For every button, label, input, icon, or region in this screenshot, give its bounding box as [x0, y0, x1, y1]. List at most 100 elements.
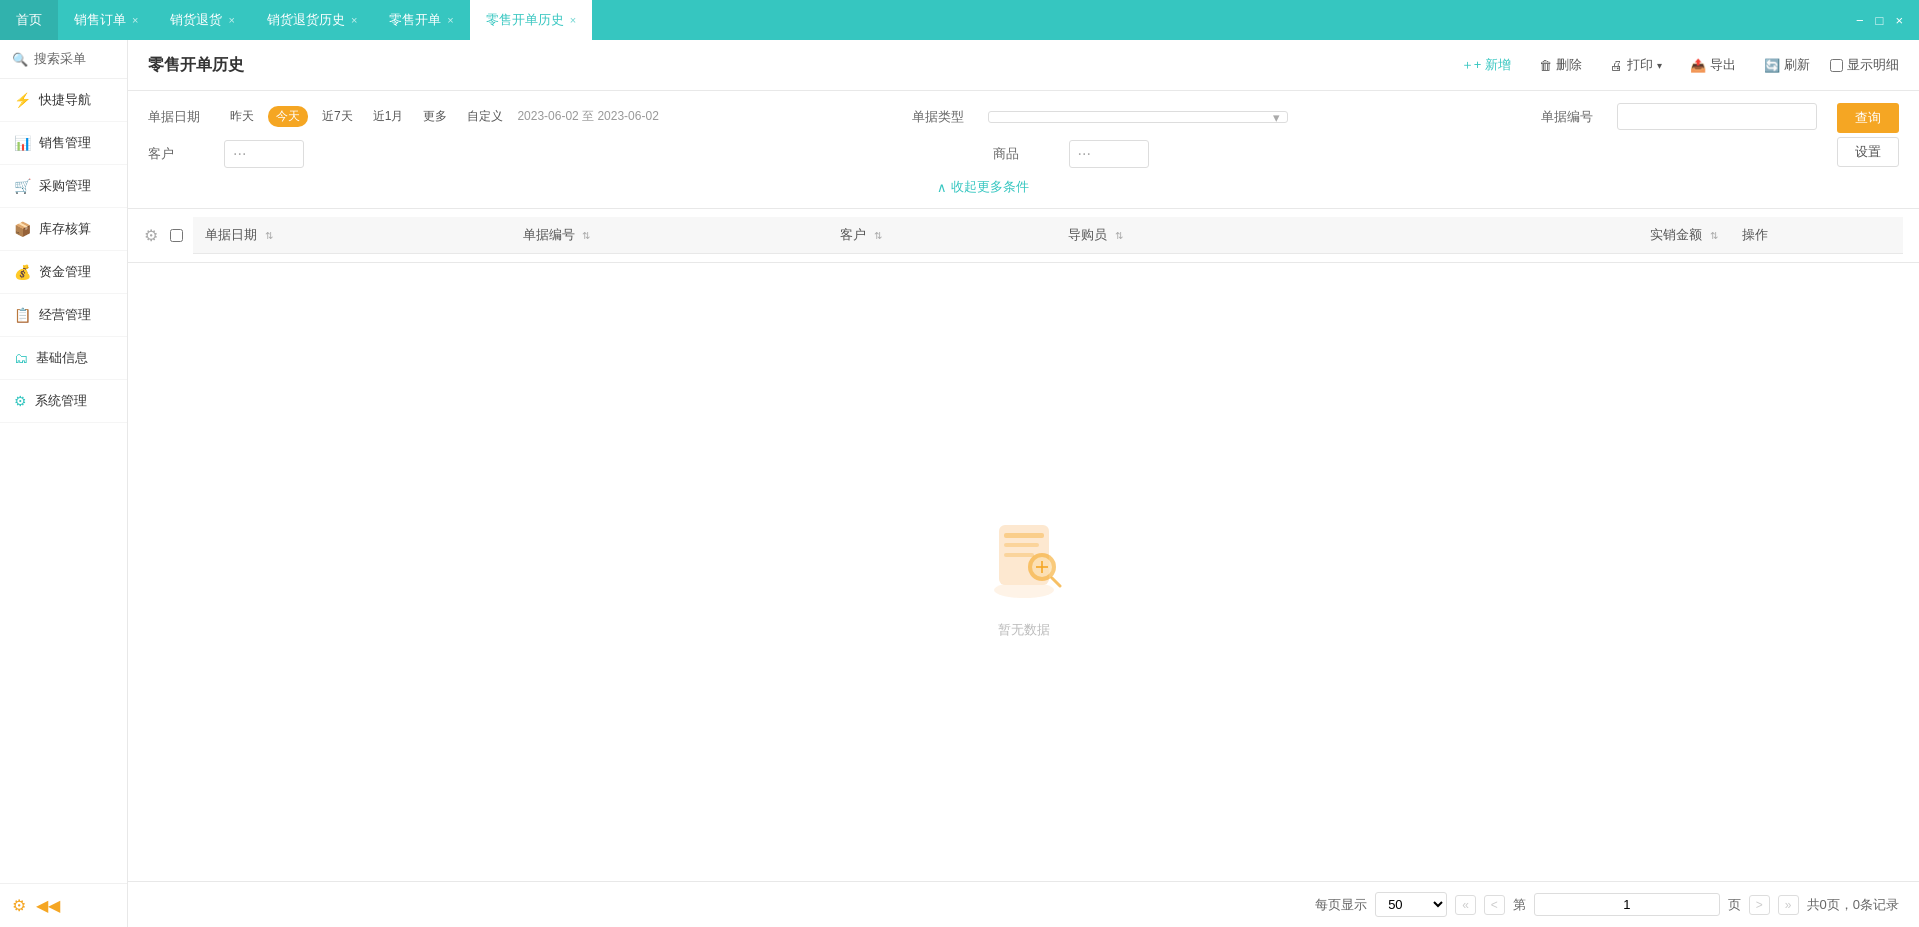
delete-label: 删除 [1556, 56, 1582, 74]
tab-retail-open[interactable]: 零售开单 × [373, 0, 469, 40]
sidebar-search[interactable]: 🔍 搜索采单 [0, 40, 127, 79]
customer-input[interactable]: ··· [224, 140, 304, 168]
tab-sales-order[interactable]: 销售订单 × [58, 0, 154, 40]
date-option-today[interactable]: 今天 [268, 106, 308, 127]
search-icon: 🔍 [12, 52, 28, 67]
delete-button[interactable]: 🗑 删除 [1531, 52, 1590, 78]
sort-amount-icon[interactable]: ⇅ [1710, 230, 1718, 241]
nav-tabs: 首页 销售订单 × 销货退货 × 销货退货历史 × 零售开单 × 零售开单历史 … [0, 0, 1840, 40]
export-button[interactable]: 📤 导出 [1682, 52, 1744, 78]
tab-sales-order-close[interactable]: × [132, 14, 138, 26]
th-customer: 客户 ⇅ [828, 217, 1056, 254]
settings-gear-icon[interactable]: ⚙ [12, 896, 26, 915]
query-button[interactable]: 查询 [1837, 103, 1899, 133]
filter-setting-button[interactable]: 设置 [1837, 137, 1899, 167]
tab-sales-order-label: 销售订单 [74, 11, 126, 29]
th-date: 单据日期 ⇅ [193, 217, 511, 254]
sidebar: 🔍 搜索采单 ⚡ 快捷导航 📊 销售管理 🛒 采购管理 📦 库存核算 💰 资金管… [0, 40, 128, 927]
collapse-button[interactable]: ∧ 收起更多条件 [937, 178, 1029, 196]
sidebar-item-management-label: 经营管理 [39, 306, 91, 324]
collapse-label: 收起更多条件 [951, 178, 1029, 196]
sidebar-item-basic-info-label: 基础信息 [36, 349, 88, 367]
tab-home[interactable]: 首页 [0, 0, 58, 40]
doc-no-input[interactable] [1617, 103, 1817, 130]
first-page-btn[interactable]: « [1455, 895, 1476, 915]
tab-retail-history-close[interactable]: × [570, 14, 576, 26]
sort-salesperson-icon[interactable]: ⇅ [1115, 230, 1123, 241]
add-icon: ＋ [1461, 56, 1474, 74]
date-option-more[interactable]: 更多 [417, 106, 453, 127]
tab-retail-open-close[interactable]: × [447, 14, 453, 26]
collapse-icon: ∧ [937, 180, 947, 195]
select-all-checkbox[interactable] [170, 229, 183, 242]
sales-icon: 📊 [14, 135, 31, 151]
sidebar-item-system[interactable]: ⚙ 系统管理 [0, 380, 127, 423]
sidebar-item-sales-label: 销售管理 [39, 134, 91, 152]
sidebar-item-shortcuts[interactable]: ⚡ 快捷导航 [0, 79, 127, 122]
tab-return-close[interactable]: × [228, 14, 234, 26]
doc-type-select-wrapper: ▾ [988, 111, 1288, 123]
tab-return[interactable]: 销货退货 × [154, 0, 250, 40]
sidebar-item-sales[interactable]: 📊 销售管理 [0, 122, 127, 165]
sidebar-item-purchase[interactable]: 🛒 采购管理 [0, 165, 127, 208]
empty-illustration [974, 505, 1074, 605]
main-layout: 🔍 搜索采单 ⚡ 快捷导航 📊 销售管理 🛒 采购管理 📦 库存核算 💰 资金管… [0, 40, 1919, 927]
date-option-yesterday[interactable]: 昨天 [224, 106, 260, 127]
doc-type-chevron: ▾ [1273, 109, 1280, 124]
print-button[interactable]: 🖨 打印 ▾ [1602, 52, 1670, 78]
sidebar-item-finance[interactable]: 💰 资金管理 [0, 251, 127, 294]
date-option-1month[interactable]: 近1月 [367, 106, 410, 127]
table-area: ⚙ 单据日期 ⇅ 单据编号 ⇅ [128, 209, 1919, 881]
tab-return-history[interactable]: 销货退货历史 × [251, 0, 373, 40]
th-action: 操作 [1730, 217, 1903, 254]
sidebar-item-inventory[interactable]: 📦 库存核算 [0, 208, 127, 251]
total-info: 共0页，0条记录 [1807, 896, 1899, 914]
filter-row-customer: 客户 ··· 商品 ··· [148, 140, 1817, 168]
date-option-custom[interactable]: 自定义 [461, 106, 509, 127]
sidebar-search-label: 搜索采单 [34, 50, 86, 68]
show-detail-checkbox[interactable]: 显示明细 [1830, 56, 1899, 74]
last-page-btn[interactable]: » [1778, 895, 1799, 915]
tab-retail-open-label: 零售开单 [389, 11, 441, 29]
show-detail-check[interactable] [1830, 59, 1843, 72]
management-icon: 📋 [14, 307, 31, 323]
refresh-button[interactable]: 🔄 刷新 [1756, 52, 1818, 78]
page-label: 第 [1513, 896, 1526, 914]
date-option-7days[interactable]: 近7天 [316, 106, 359, 127]
per-page-select[interactable]: 50 20 100 [1375, 892, 1447, 917]
page-header: 零售开单历史 ＋ + 新增 🗑 删除 🖨 打印 ▾ 📤 导出 [128, 40, 1919, 91]
th-salesperson: 导购员 ⇅ [1056, 217, 1329, 254]
export-icon: 📤 [1690, 58, 1706, 73]
per-page-label: 每页显示 [1315, 896, 1367, 914]
sidebar-item-purchase-label: 采购管理 [39, 177, 91, 195]
doc-type-select[interactable] [988, 111, 1288, 123]
svg-rect-2 [1004, 533, 1044, 538]
next-page-btn[interactable]: > [1749, 895, 1770, 915]
maximize-btn[interactable]: □ [1876, 13, 1884, 28]
filter-right-buttons: 查询 设置 [1837, 103, 1899, 167]
purchase-icon: 🛒 [14, 178, 31, 194]
sort-no-icon[interactable]: ⇅ [582, 230, 590, 241]
table-settings-icon[interactable]: ⚙ [144, 226, 158, 245]
refresh-icon: 🔄 [1764, 58, 1780, 73]
tab-return-history-close[interactable]: × [351, 14, 357, 26]
add-label: + 新增 [1474, 56, 1511, 74]
sidebar-collapse-icon[interactable]: ◀◀ [36, 896, 60, 915]
filter-row-date: 单据日期 昨天 今天 近7天 近1月 更多 自定义 2023-06-02 至 2… [148, 103, 1817, 130]
doc-no-label: 单据编号 [1541, 108, 1597, 126]
sidebar-item-management[interactable]: 📋 经营管理 [0, 294, 127, 337]
sort-date-icon[interactable]: ⇅ [265, 230, 273, 241]
tab-retail-history[interactable]: 零售开单历史 × [470, 0, 592, 40]
goods-input[interactable]: ··· [1069, 140, 1149, 168]
empty-state: 暂无数据 [128, 263, 1919, 881]
prev-page-btn[interactable]: < [1484, 895, 1505, 915]
add-button[interactable]: ＋ + 新增 [1453, 52, 1519, 78]
minimize-btn[interactable]: − [1856, 13, 1864, 28]
th-no: 单据编号 ⇅ [511, 217, 829, 254]
finance-icon: 💰 [14, 264, 31, 280]
print-chevron: ▾ [1657, 60, 1662, 71]
sort-customer-icon[interactable]: ⇅ [874, 230, 882, 241]
window-close-btn[interactable]: × [1895, 13, 1903, 28]
sidebar-item-basic-info[interactable]: 🗂 基础信息 [0, 337, 127, 380]
page-input[interactable] [1534, 893, 1720, 916]
